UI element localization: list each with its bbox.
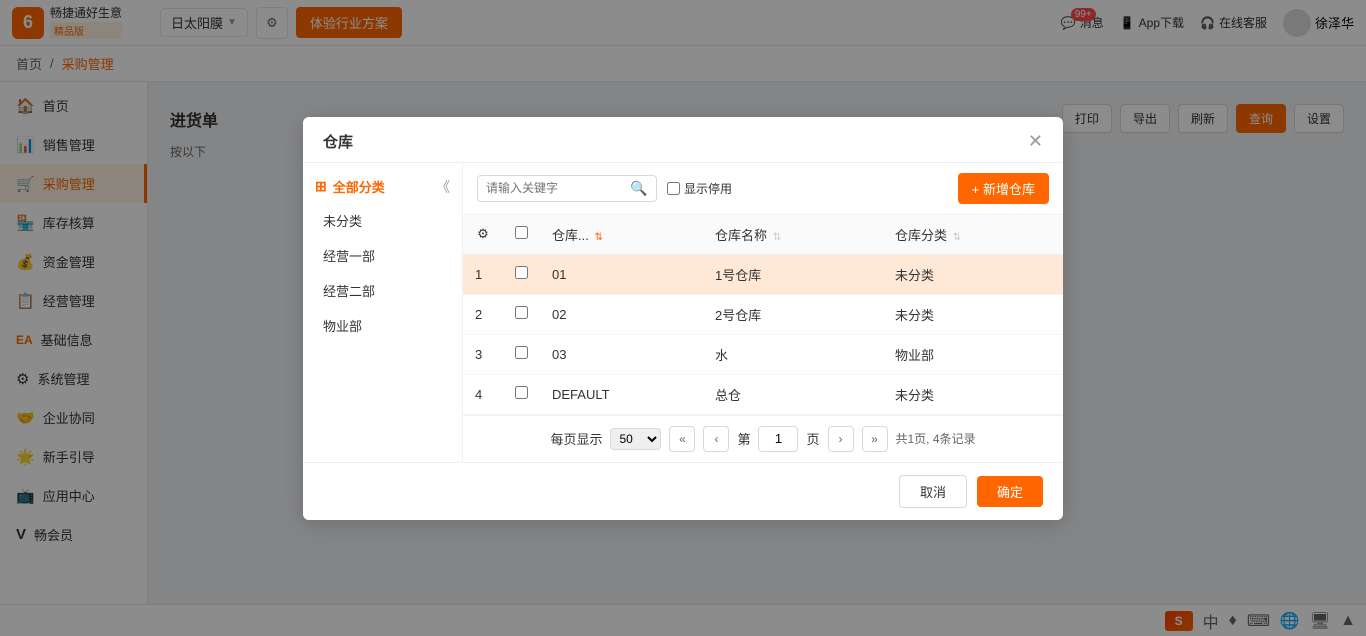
all-categories-item[interactable]: ⊞ 全部分类 <box>315 177 385 196</box>
next-page-button[interactable]: › <box>828 426 854 452</box>
warehouse-dialog: 仓库 ✕ ⊞ 全部分类 《 未分类 经营一部 经营二部 物业部 <box>303 117 1063 520</box>
dialog-body: ⊞ 全部分类 《 未分类 经营一部 经营二部 物业部 🔍 <box>303 163 1063 462</box>
row4-name: 总仓 <box>703 374 883 414</box>
confirm-button[interactable]: 确定 <box>977 476 1043 507</box>
first-page-button[interactable]: « <box>669 426 695 452</box>
table-row[interactable]: 2 02 2号仓库 未分类 <box>463 294 1063 334</box>
dialog-footer: 取消 确定 <box>303 462 1063 520</box>
per-page-label: 每页显示 <box>550 429 602 448</box>
show-disabled-checkbox[interactable] <box>667 182 680 195</box>
row3-index: 3 <box>463 334 503 374</box>
row4-code: DEFAULT <box>540 374 703 414</box>
cancel-button[interactable]: 取消 <box>899 475 967 508</box>
table-area: ⚙ 仓库... ⇅ 仓库名称 ⇅ <box>463 215 1063 415</box>
th-category: 仓库分类 ⇅ <box>883 215 1063 255</box>
category-property[interactable]: 物业部 <box>303 308 462 343</box>
th-code: 仓库... ⇅ <box>540 215 703 255</box>
total-info: 共1页, 4条记录 <box>896 430 976 447</box>
row2-checkbox[interactable] <box>515 306 528 319</box>
pagination: 每页显示 50 20 100 « ‹ 第 页 › » 共1页, 4条记录 <box>463 415 1063 462</box>
th-settings: ⚙ <box>463 215 503 255</box>
category-unclassified[interactable]: 未分类 <box>303 203 462 238</box>
row1-name: 1号仓库 <box>703 254 883 294</box>
dialog-title: 仓库 <box>323 131 353 152</box>
code-sort-icon: ⇅ <box>594 232 602 243</box>
category-header: ⊞ 全部分类 《 <box>303 171 462 203</box>
row2-index: 2 <box>463 294 503 334</box>
add-warehouse-button[interactable]: + 新增仓库 <box>958 173 1049 204</box>
row4-checkbox[interactable] <box>515 386 528 399</box>
table-row[interactable]: 1 01 1号仓库 未分类 <box>463 254 1063 294</box>
table-row[interactable]: 4 DEFAULT 总仓 未分类 <box>463 374 1063 414</box>
row1-index: 1 <box>463 254 503 294</box>
select-all-checkbox[interactable] <box>515 226 528 239</box>
row3-checkbox[interactable] <box>515 346 528 359</box>
row4-index: 4 <box>463 374 503 414</box>
show-disabled-label: 显示停用 <box>667 180 732 197</box>
row1-category: 未分类 <box>883 254 1063 294</box>
row2-check <box>503 294 540 334</box>
page-label: 第 <box>737 429 750 448</box>
warehouse-table: ⚙ 仓库... ⇅ 仓库名称 ⇅ <box>463 215 1063 415</box>
row1-checkbox[interactable] <box>515 266 528 279</box>
th-checkbox <box>503 215 540 255</box>
row2-name: 2号仓库 <box>703 294 883 334</box>
search-area: 🔍 显示停用 <box>477 175 732 202</box>
row1-code: 01 <box>540 254 703 294</box>
dialog-overlay: 仓库 ✕ ⊞ 全部分类 《 未分类 经营一部 经营二部 物业部 <box>0 0 1366 636</box>
page-number-input[interactable] <box>758 426 798 452</box>
search-box: 🔍 <box>477 175 657 202</box>
page-size-select[interactable]: 50 20 100 <box>610 428 661 450</box>
prev-page-button[interactable]: ‹ <box>703 426 729 452</box>
collapse-button[interactable]: 《 <box>436 177 450 197</box>
page-suffix: 页 <box>806 429 819 448</box>
row3-check <box>503 334 540 374</box>
right-panel: 🔍 显示停用 + 新增仓库 ⚙ <box>463 163 1063 462</box>
row2-code: 02 <box>540 294 703 334</box>
row1-check <box>503 254 540 294</box>
toolbar: 🔍 显示停用 + 新增仓库 <box>463 163 1063 215</box>
category-ops2[interactable]: 经营二部 <box>303 273 462 308</box>
row2-category: 未分类 <box>883 294 1063 334</box>
category-sort-icon: ⇅ <box>953 232 961 243</box>
table-row[interactable]: 3 03 水 物业部 <box>463 334 1063 374</box>
row4-check <box>503 374 540 414</box>
row3-name: 水 <box>703 334 883 374</box>
name-sort-icon: ⇅ <box>773 232 781 243</box>
category-ops1[interactable]: 经营一部 <box>303 238 462 273</box>
row3-code: 03 <box>540 334 703 374</box>
row4-category: 未分类 <box>883 374 1063 414</box>
last-page-button[interactable]: » <box>862 426 888 452</box>
search-icon: 🔍 <box>630 180 647 197</box>
table-header-row: ⚙ 仓库... ⇅ 仓库名称 ⇅ <box>463 215 1063 255</box>
grid-icon: ⊞ <box>315 178 327 195</box>
search-input[interactable] <box>486 181 626 195</box>
th-name: 仓库名称 ⇅ <box>703 215 883 255</box>
row3-category: 物业部 <box>883 334 1063 374</box>
dialog-header: 仓库 ✕ <box>303 117 1063 163</box>
dialog-close-button[interactable]: ✕ <box>1028 131 1043 152</box>
category-panel: ⊞ 全部分类 《 未分类 经营一部 经营二部 物业部 <box>303 163 463 462</box>
